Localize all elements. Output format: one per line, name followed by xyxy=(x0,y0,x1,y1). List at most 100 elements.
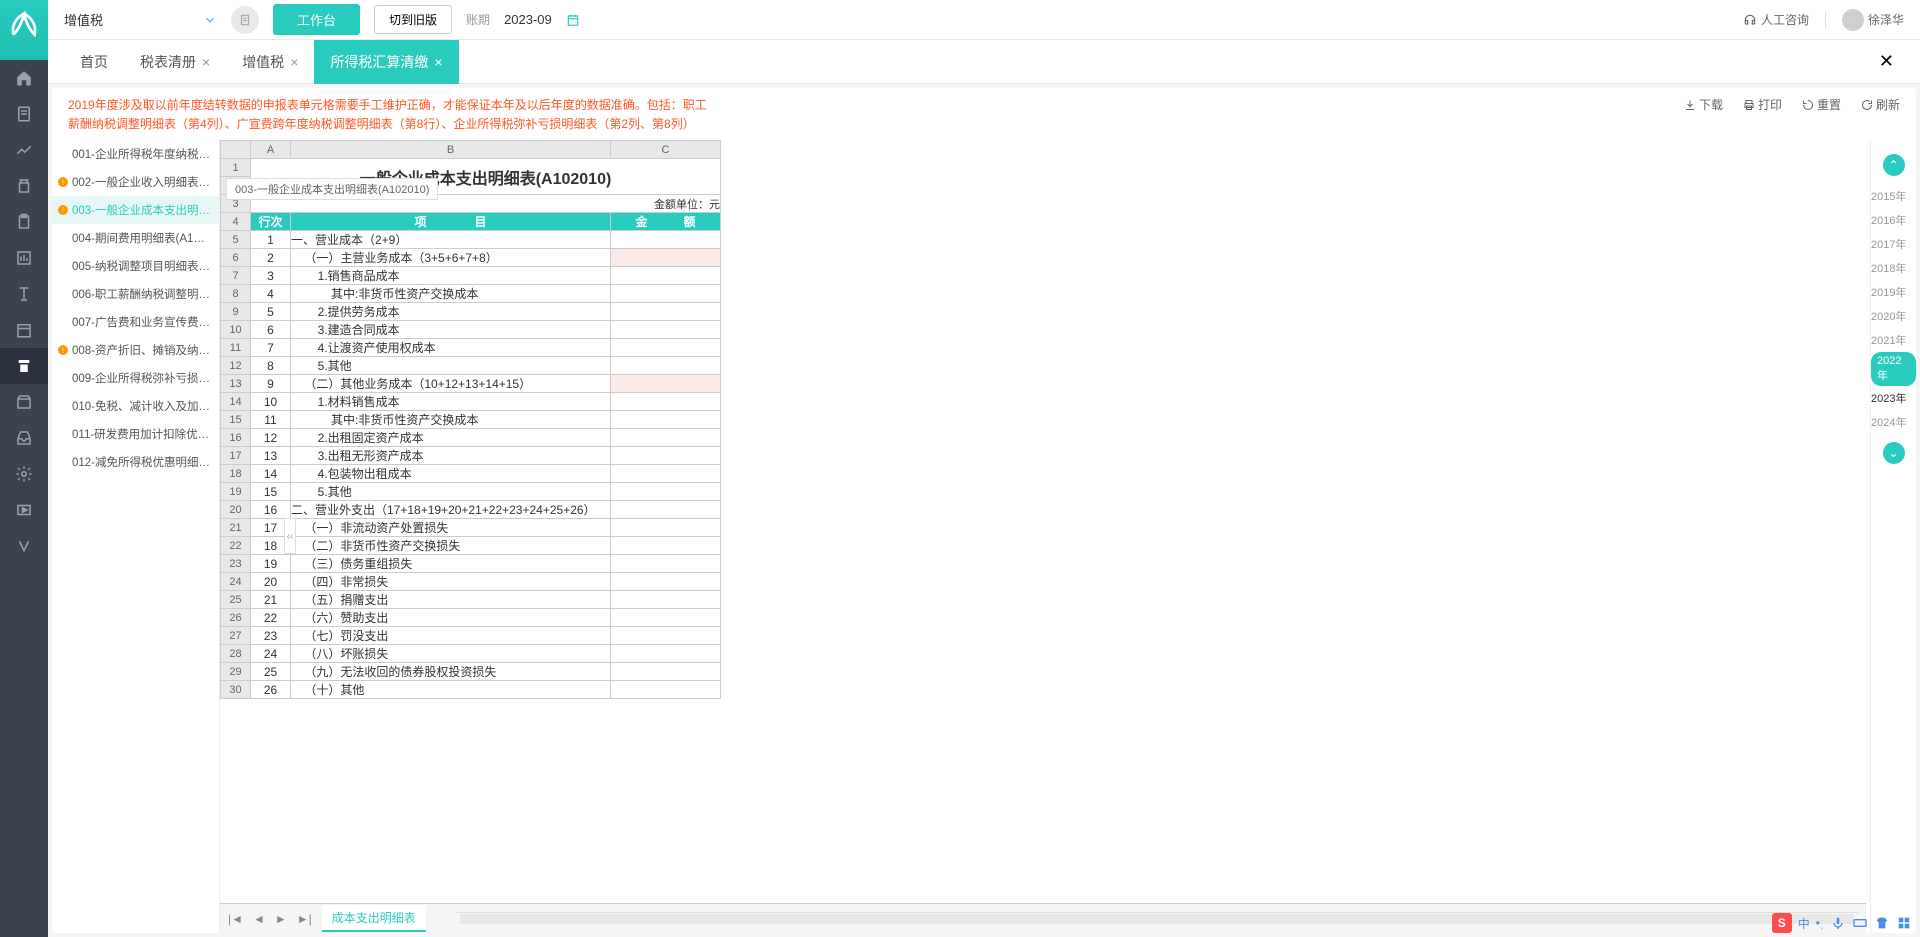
sheet-scroll[interactable]: ABC1一般企业成本支出明细表(A102010)23金额单位：元4行次项 目金 … xyxy=(220,140,1866,903)
year-2019年[interactable]: 2019年 xyxy=(1871,280,1916,304)
year-2023年[interactable]: 2023年 xyxy=(1871,386,1916,410)
table-row[interactable]: 1612 2.出租固定资产成本 xyxy=(221,429,721,447)
year-2015年[interactable]: 2015年 xyxy=(1871,184,1916,208)
refresh-button[interactable]: 刷新 xyxy=(1861,96,1900,113)
tab-close-icon[interactable]: × xyxy=(434,54,442,70)
nav-video-icon[interactable] xyxy=(0,492,48,528)
download-button[interactable]: 下载 xyxy=(1684,96,1723,113)
tab-首页[interactable]: 首页 xyxy=(64,40,124,84)
table-row[interactable]: 2420 （四）非常损失 xyxy=(221,573,721,591)
year-2024年[interactable]: 2024年 xyxy=(1871,410,1916,434)
list-item[interactable]: 005-纳税调整项目明细表(A1... xyxy=(52,252,219,280)
nav-settings-icon[interactable] xyxy=(0,456,48,492)
sheet-nav-last[interactable]: ►| xyxy=(297,912,312,926)
table-row[interactable]: 2824 （八）坏账损失 xyxy=(221,645,721,663)
consult-link[interactable]: 人工咨询 xyxy=(1743,11,1809,28)
nav-doc-icon[interactable] xyxy=(0,96,48,132)
nav-inbox-icon[interactable] xyxy=(0,420,48,456)
year-2022年[interactable]: 2022年 xyxy=(1871,352,1916,386)
workbench-button[interactable]: 工作台 xyxy=(273,4,360,35)
table-row[interactable]: 3026 （十）其他 xyxy=(221,681,721,699)
table-row[interactable]: 2319 （三）债务重组损失 xyxy=(221,555,721,573)
sheet-nav-first[interactable]: |◄ xyxy=(228,912,243,926)
year-2020年[interactable]: 2020年 xyxy=(1871,304,1916,328)
ime-punct-icon[interactable]: •ˌ xyxy=(1816,916,1824,930)
table-row[interactable]: 1511 其中:非货币性资产交换成本 xyxy=(221,411,721,429)
main-dropdown[interactable]: 增值税 xyxy=(64,10,217,29)
table-row[interactable]: 73 1.销售商品成本 xyxy=(221,267,721,285)
ime-tool-icon[interactable] xyxy=(1896,915,1912,931)
sheet-nav-next[interactable]: ► xyxy=(275,912,287,926)
ime-skin-icon[interactable] xyxy=(1874,915,1890,931)
table-row[interactable]: 2016二、营业外支出（17+18+19+20+21+22+23+24+25+2… xyxy=(221,501,721,519)
nav-report-icon[interactable] xyxy=(0,240,48,276)
year-2021年[interactable]: 2021年 xyxy=(1871,328,1916,352)
table-row[interactable]: 117 4.让渡资产使用权成本 xyxy=(221,339,721,357)
list-item[interactable]: !002-一般企业收入明细表(A... xyxy=(52,168,219,196)
table-row[interactable]: 2925 （九）无法收回的债券股权投资损失 xyxy=(221,663,721,681)
list-item[interactable]: 001-企业所得税年度纳税申... xyxy=(52,140,219,168)
list-item[interactable]: 006-职工薪酬纳税调整明细... xyxy=(52,280,219,308)
table-row[interactable]: 2622 （六）赞助支出 xyxy=(221,609,721,627)
nav-money-icon[interactable] xyxy=(0,168,48,204)
tab-close-icon[interactable]: × xyxy=(290,54,298,70)
ime-toolbar: S 中 •ˌ xyxy=(1772,913,1912,933)
list-item[interactable]: 004-期间费用明细表(A1040... xyxy=(52,224,219,252)
table-row[interactable]: 2521 （五）捐赠支出 xyxy=(221,591,721,609)
ime-mic-icon[interactable] xyxy=(1830,915,1846,931)
reset-button[interactable]: 重置 xyxy=(1802,96,1841,113)
year-2018年[interactable]: 2018年 xyxy=(1871,256,1916,280)
period-value[interactable]: 2023-09 xyxy=(504,12,552,27)
sheet-tab-active[interactable]: 成本支出明细表 xyxy=(322,905,426,932)
table-row[interactable]: 1915 5.其他 xyxy=(221,483,721,501)
spreadsheet[interactable]: ABC1一般企业成本支出明细表(A102010)23金额单位：元4行次项 目金 … xyxy=(220,140,721,699)
table-row[interactable]: 128 5.其他 xyxy=(221,357,721,375)
collapse-handle[interactable]: ‹‹ xyxy=(284,518,296,554)
list-item[interactable]: !008-资产折旧、摊销及纳税... xyxy=(52,336,219,364)
nav-clipboard-icon[interactable] xyxy=(0,204,48,240)
close-all-tabs[interactable]: ✕ xyxy=(1869,51,1904,72)
nav-font-icon[interactable] xyxy=(0,276,48,312)
table-row[interactable]: 139 （二）其他业务成本（10+12+13+14+15） xyxy=(221,375,721,393)
table-row[interactable]: 106 3.建造合同成本 xyxy=(221,321,721,339)
year-up-button[interactable]: ⌃ xyxy=(1883,154,1905,176)
year-2017年[interactable]: 2017年 xyxy=(1871,232,1916,256)
tab-税表清册[interactable]: 税表清册× xyxy=(124,40,226,84)
nav-chart-icon[interactable] xyxy=(0,132,48,168)
sheet-nav-prev[interactable]: ◄ xyxy=(253,912,265,926)
list-item[interactable]: 007-广告费和业务宣传费跨... xyxy=(52,308,219,336)
tab-增值税[interactable]: 增值税× xyxy=(226,40,314,84)
nav-home-icon[interactable] xyxy=(0,60,48,96)
table-row[interactable]: 51一、营业成本（2+9） xyxy=(221,231,721,249)
table-row[interactable]: 84 其中:非货币性资产交换成本 xyxy=(221,285,721,303)
year-2016年[interactable]: 2016年 xyxy=(1871,208,1916,232)
table-row[interactable]: 1713 3.出租无形资产成本 xyxy=(221,447,721,465)
log-button[interactable] xyxy=(231,6,259,34)
ime-keyboard-icon[interactable] xyxy=(1852,915,1868,931)
list-item[interactable]: 011-研发费用加计扣除优惠... xyxy=(52,420,219,448)
table-row[interactable]: 1814 4.包装物出租成本 xyxy=(221,465,721,483)
list-item[interactable]: !003-一般企业成本支出明细... xyxy=(52,196,219,224)
list-item[interactable]: 012-减免所得税优惠明细表(... xyxy=(52,448,219,476)
list-item[interactable]: 009-企业所得税弥补亏损明... xyxy=(52,364,219,392)
tab-close-icon[interactable]: × xyxy=(202,54,210,70)
table-row[interactable]: 95 2.提供劳务成本 xyxy=(221,303,721,321)
nav-calendar-icon[interactable] xyxy=(0,312,48,348)
table-row[interactable]: 2723 （七）罚没支出 xyxy=(221,627,721,645)
user-menu[interactable]: 徐泽华 xyxy=(1842,9,1904,31)
calendar-icon[interactable] xyxy=(566,13,580,27)
svg-text:!: ! xyxy=(62,208,64,215)
ime-logo-icon[interactable]: S xyxy=(1772,913,1792,933)
nav-archive-icon[interactable] xyxy=(0,384,48,420)
nav-tax-icon[interactable] xyxy=(0,348,48,384)
list-item[interactable]: 010-免税、减计收入及加计... xyxy=(52,392,219,420)
year-down-button[interactable]: ⌄ xyxy=(1883,442,1905,464)
ime-lang[interactable]: 中 xyxy=(1798,915,1810,932)
print-button[interactable]: 打印 xyxy=(1743,96,1782,113)
table-row[interactable]: 1410 1.材料销售成本 xyxy=(221,393,721,411)
switch-old-button[interactable]: 切到旧版 xyxy=(374,5,452,34)
table-row[interactable]: 62 （一）主营业务成本（3+5+6+7+8） xyxy=(221,249,721,267)
h-scrollbar[interactable] xyxy=(456,912,1858,926)
nav-v-icon[interactable] xyxy=(0,528,48,564)
tab-所得税汇算清缴[interactable]: 所得税汇算清缴× xyxy=(314,40,458,84)
